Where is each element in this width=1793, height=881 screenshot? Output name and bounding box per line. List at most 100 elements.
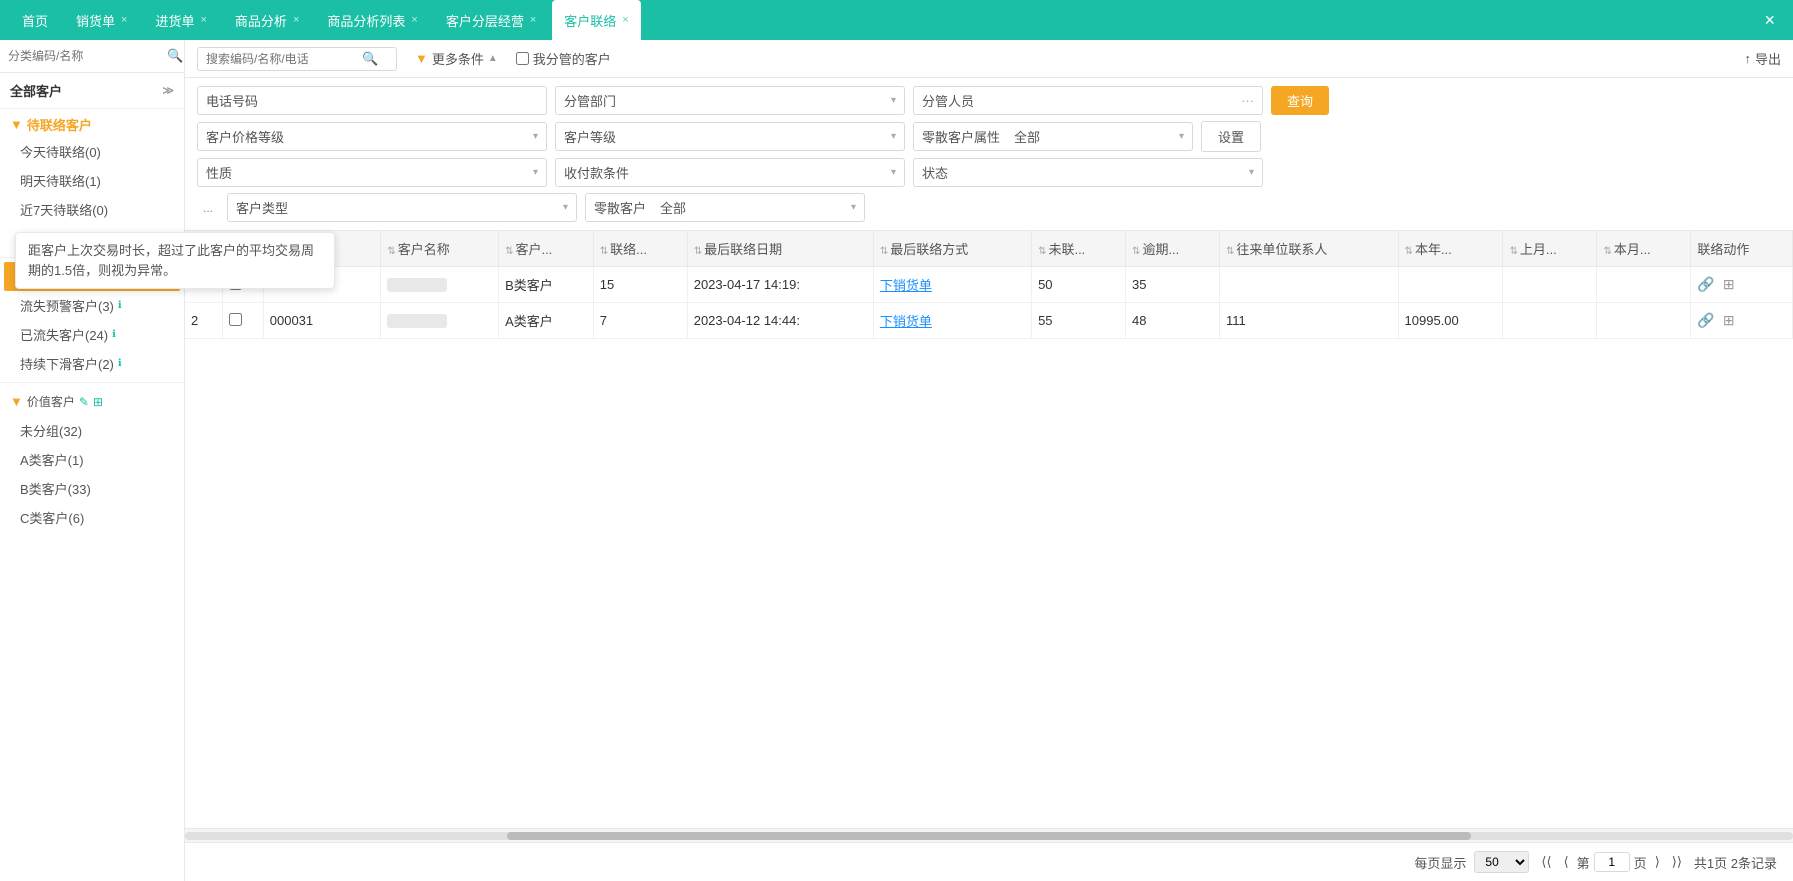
per-page-select[interactable]: 50 100 200 xyxy=(1474,851,1529,873)
prev-page-btn[interactable]: ⟨ xyxy=(1560,853,1573,871)
col-contact[interactable]: ⇅联络... xyxy=(593,231,687,267)
next-page-btn[interactable]: ⟩ xyxy=(1651,853,1664,871)
status-field[interactable]: 状态 ▾ xyxy=(913,158,1263,187)
row2-last-way[interactable]: 下销货单 xyxy=(873,303,1031,339)
retail-field[interactable]: 零散客户 全部 ▾ xyxy=(585,193,865,222)
retail-attr-field[interactable]: 零散客户属性 全部 ▾ xyxy=(913,122,1193,151)
my-customer-check[interactable]: 我分管的客户 xyxy=(516,49,611,68)
close-sales-tab[interactable]: × xyxy=(121,14,127,26)
col-overdue[interactable]: ⇅逾期... xyxy=(1126,231,1220,267)
level-field[interactable]: 客户等级 ▾ xyxy=(555,122,905,151)
row2-action-grid-icon[interactable]: ⊞ xyxy=(1723,312,1735,329)
first-page-btn[interactable]: ⟨⟨ xyxy=(1537,853,1555,871)
more-filters-arrow: ▲ xyxy=(488,53,498,64)
customer-type-field[interactable]: 客户类型 ▾ xyxy=(227,193,577,222)
col-this-month[interactable]: ⇅本月... xyxy=(1597,231,1691,267)
main-search-icon[interactable]: 🔍 xyxy=(362,51,378,67)
dept-arrow: ▾ xyxy=(891,95,896,106)
col-person[interactable]: ⇅往来单位联系人 xyxy=(1220,231,1399,267)
nav-tab-purchase[interactable]: 进货单 × xyxy=(143,0,218,40)
row1-action-link-icon[interactable]: 🔗 xyxy=(1697,276,1714,293)
scrollbar-thumb[interactable] xyxy=(507,832,1472,840)
close-product-list-tab[interactable]: × xyxy=(411,14,417,26)
row2-level: A类客户 xyxy=(499,303,594,339)
page-input[interactable] xyxy=(1594,852,1630,872)
export-button[interactable]: ↑ 导出 xyxy=(1744,49,1781,68)
sidebar-item-churned[interactable]: 已流失客户(24) ℹ xyxy=(0,320,184,349)
col-name[interactable]: ⇅客户名称 xyxy=(381,231,499,267)
nav-tab-home[interactable]: 首页 xyxy=(10,0,60,40)
nav-tab-product-analysis[interactable]: 商品分析 × xyxy=(223,0,311,40)
col-this-year[interactable]: ⇅本年... xyxy=(1398,231,1503,267)
my-customer-checkbox[interactable] xyxy=(516,52,529,65)
value-edit-icon[interactable]: ✎ xyxy=(79,395,89,409)
close-customer-contact-tab[interactable]: × xyxy=(622,14,628,26)
sidebar-item-today[interactable]: 今天待联络(0) xyxy=(0,137,184,166)
sidebar-item-declining[interactable]: 持续下滑客户(2) ℹ xyxy=(0,349,184,378)
sidebar-item-7days[interactable]: 近7天待联络(0) xyxy=(0,195,184,224)
row2-action-link-icon[interactable]: 🔗 xyxy=(1697,312,1714,329)
all-customers-label: 全部客户 xyxy=(10,81,62,100)
sidebar-item-tomorrow[interactable]: 明天待联络(1) xyxy=(0,166,184,195)
sidebar-search-input[interactable] xyxy=(8,49,163,63)
churn-warning-info-icon[interactable]: ℹ xyxy=(118,300,122,311)
col-uncontact[interactable]: ⇅未联... xyxy=(1032,231,1126,267)
close-customer-mgmt-tab[interactable]: × xyxy=(530,14,536,26)
last-page-btn[interactable]: ⟩⟩ xyxy=(1668,853,1686,871)
row2-uncontact: 55 xyxy=(1032,303,1126,339)
sidebar-item-class-c[interactable]: C类客户(6) xyxy=(0,503,184,532)
dept-field[interactable]: 分管部门 ▾ xyxy=(555,86,905,115)
person-field[interactable]: 分管人员 ··· xyxy=(913,86,1263,115)
col-level[interactable]: ⇅客户... xyxy=(499,231,594,267)
table-header-row: ⚙ ⇅客户编码 ⇅客户名称 ⇅客户... ⇅联络... ⇅最后联络日期 ⇅最后联… xyxy=(185,231,1793,267)
phone-field[interactable]: 电话号码 xyxy=(197,86,547,115)
horizontal-scrollbar[interactable] xyxy=(185,828,1793,842)
sidebar-item-churn-warning[interactable]: 流失预警客户(3) ℹ xyxy=(0,291,184,320)
close-product-analysis-tab[interactable]: × xyxy=(293,14,299,26)
page-unit: 页 xyxy=(1634,853,1647,872)
sidebar-item-ungrouped[interactable]: 未分组(32) xyxy=(0,416,184,445)
sidebar-item-class-b[interactable]: B类客户(33) xyxy=(0,474,184,503)
settings-button[interactable]: 设置 xyxy=(1201,121,1261,152)
price-grade-field[interactable]: 客户价格等级 ▾ xyxy=(197,122,547,151)
filter-row-2: 客户价格等级 ▾ 客户等级 ▾ 零散客户属性 全部 ▾ 设置 xyxy=(197,121,1781,152)
per-page-label: 每页显示 xyxy=(1414,853,1466,872)
declining-info-icon[interactable]: ℹ xyxy=(118,358,122,369)
retail-arrow: ▾ xyxy=(851,202,856,213)
row1-last-way-link[interactable]: 下销货单 xyxy=(880,278,932,293)
col-last-way[interactable]: ⇅最后联络方式 xyxy=(873,231,1031,267)
row1-overdue: 35 xyxy=(1126,267,1220,303)
row1-action-grid-icon[interactable]: ⊞ xyxy=(1723,276,1735,293)
value-table-icon[interactable]: ⊞ xyxy=(93,395,103,409)
search-box: 🔍 xyxy=(197,47,397,71)
col-action: 联络动作 xyxy=(1691,231,1793,267)
nav-tab-customer-mgmt[interactable]: 客户分层经营 × xyxy=(434,0,548,40)
row2-last-way-link[interactable]: 下销货单 xyxy=(880,314,932,329)
col-last-date[interactable]: ⇅最后联络日期 xyxy=(687,231,873,267)
close-all-button[interactable]: × xyxy=(1756,10,1783,31)
sidebar-search-icon[interactable]: 🔍 xyxy=(167,48,183,64)
more-filters-btn[interactable]: ▼ 更多条件 ▲ xyxy=(407,46,506,71)
person-more[interactable]: ··· xyxy=(1241,93,1254,108)
gender-field[interactable]: 性质 ▾ xyxy=(197,158,547,187)
gender-arrow: ▾ xyxy=(533,167,538,178)
nav-tab-sales[interactable]: 销货单 × xyxy=(64,0,139,40)
sidebar-item-class-a[interactable]: A类客户(1) xyxy=(0,445,184,474)
col-last-month[interactable]: ⇅上月... xyxy=(1503,231,1597,267)
query-button[interactable]: 查询 xyxy=(1271,86,1329,115)
row2-last-date: 2023-04-12 14:44: xyxy=(687,303,873,339)
churned-info-icon[interactable]: ℹ xyxy=(112,329,116,340)
row2-checkbox[interactable] xyxy=(223,303,264,339)
nav-tab-product-list[interactable]: 商品分析列表 × xyxy=(315,0,429,40)
close-purchase-tab[interactable]: × xyxy=(200,14,206,26)
row1-last-way[interactable]: 下销货单 xyxy=(873,267,1031,303)
row1-this-year xyxy=(1398,267,1503,303)
filter-row-4: ... 客户类型 ▾ 零散客户 全部 ▾ xyxy=(197,193,1781,222)
payment-field[interactable]: 收付款条件 ▾ xyxy=(555,158,905,187)
filter-more-dots[interactable]: ... xyxy=(197,197,219,219)
main-search-input[interactable] xyxy=(206,52,356,66)
nav-tab-customer-contact[interactable]: 客户联络 × xyxy=(552,0,640,40)
filter-row-3: 性质 ▾ 收付款条件 ▾ 状态 ▾ xyxy=(197,158,1781,187)
row1-name xyxy=(381,267,499,303)
collapse-icon[interactable]: ≫ xyxy=(162,84,174,97)
